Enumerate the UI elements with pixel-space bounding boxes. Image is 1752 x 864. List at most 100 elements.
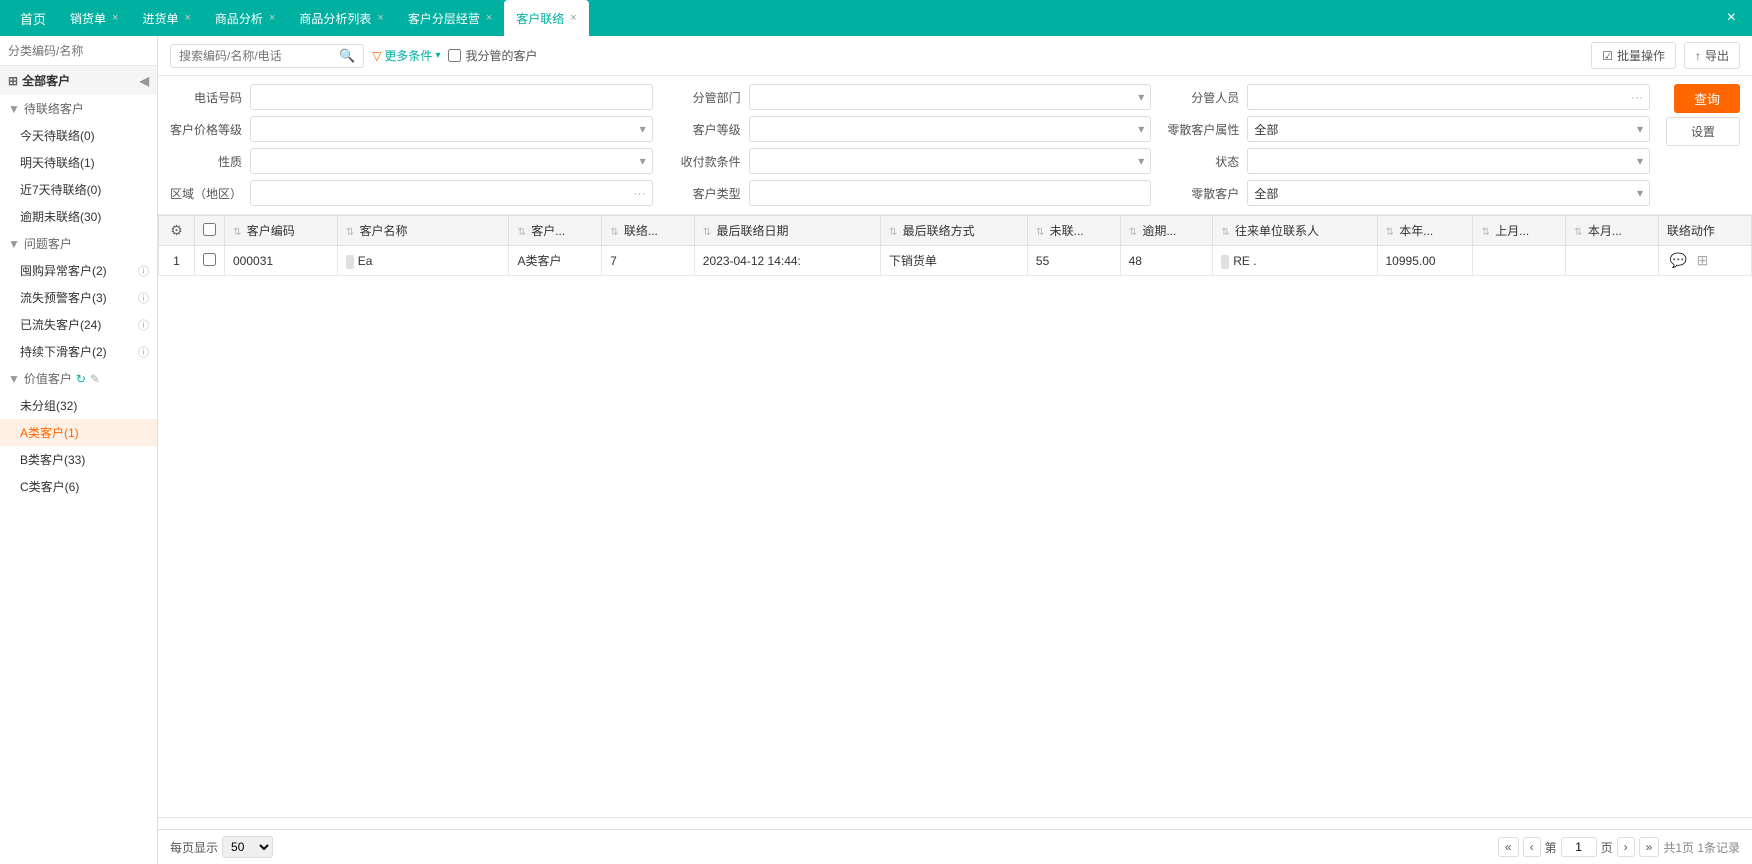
filter-icon: ▽ xyxy=(372,49,381,63)
per-page-select[interactable]: 50 100 200 xyxy=(222,836,273,858)
sidebar-item-churned[interactable]: 已流失客户(24) ⓘ xyxy=(0,311,157,338)
sidebar-item-declining[interactable]: 持续下滑客户(2) ⓘ xyxy=(0,338,157,365)
region-input[interactable]: ··· xyxy=(250,180,653,206)
scatter-attr-select[interactable]: 全部 ▾ xyxy=(1247,116,1650,142)
sort-icon: ⇅ xyxy=(1386,227,1394,238)
caret-icon: ▾ xyxy=(1637,186,1643,200)
filter-row-3: 性质 ▾ 收付款条件 ▾ xyxy=(170,148,1650,174)
nature-label: 性质 xyxy=(170,153,250,170)
sidebar-group-problems[interactable]: ▼ 问题客户 xyxy=(0,230,157,257)
settings-button[interactable]: 设置 xyxy=(1666,117,1740,146)
nav-tab-product-analysis[interactable]: 商品分析 × xyxy=(203,0,287,36)
horizontal-scrollbar[interactable] xyxy=(158,817,1752,829)
checkbox-icon: ☑ xyxy=(1602,49,1613,63)
row-checkbox[interactable] xyxy=(203,253,216,266)
last-page-button[interactable]: » xyxy=(1639,837,1660,857)
status-label: 状态 xyxy=(1167,153,1247,170)
col-this-month: ⇅ 本月... xyxy=(1566,216,1659,246)
last-method-link[interactable]: 下销货单 xyxy=(889,254,937,268)
query-button[interactable]: 查询 xyxy=(1674,84,1740,113)
close-icon[interactable]: × xyxy=(184,12,190,24)
sidebar-item-churn-warning[interactable]: 流失预警客户(3) ⓘ xyxy=(0,284,157,311)
sidebar-item-today[interactable]: 今天待联络(0) xyxy=(0,122,157,149)
gear-button[interactable]: ⚙ xyxy=(170,222,183,239)
sort-icon: ⇅ xyxy=(610,227,618,238)
collapse-icon[interactable]: ◀ xyxy=(140,74,149,88)
sidebar-item-7days[interactable]: 近7天待联络(0) xyxy=(0,176,157,203)
price-level-select[interactable]: ▾ xyxy=(250,116,653,142)
close-all-icon[interactable]: × xyxy=(1719,9,1744,27)
row-overdue: 48 xyxy=(1120,246,1213,276)
sidebar-group-pending[interactable]: ▼ 待联络客户 xyxy=(0,95,157,122)
close-icon[interactable]: × xyxy=(112,12,118,24)
sidebar-group-value[interactable]: ▼ 价值客户 ↻ ✎ xyxy=(0,365,157,392)
sort-icon: ⇅ xyxy=(346,227,354,238)
grid-icon: ⊞ xyxy=(8,74,18,88)
col-type: ⇅ 客户... xyxy=(509,216,602,246)
chat-icon[interactable]: 💬 xyxy=(1670,252,1687,268)
batch-ops-button[interactable]: ☑ 批量操作 xyxy=(1591,42,1676,69)
sort-icon: ⇅ xyxy=(703,227,711,238)
dept-select[interactable]: ▾ xyxy=(749,84,1152,110)
filter-cell-payment: 收付款条件 ▾ xyxy=(669,148,1152,174)
filter-more-button[interactable]: ▽ 更多条件 ▾ xyxy=(372,47,440,64)
sort-icon: ⇅ xyxy=(1481,227,1489,238)
mine-only-checkbox[interactable] xyxy=(448,49,461,62)
nature-select[interactable]: ▾ xyxy=(250,148,653,174)
nav-tab-customer-contact[interactable]: 客户联络 × xyxy=(504,0,588,36)
filter-search-icon[interactable]: 🔍 xyxy=(339,48,355,64)
status-select[interactable]: ▾ xyxy=(1247,148,1650,174)
close-icon[interactable]: × xyxy=(570,12,576,24)
nav-home[interactable]: 首页 xyxy=(8,0,58,36)
close-icon[interactable]: × xyxy=(269,12,275,24)
scatter-select[interactable]: 全部 ▾ xyxy=(1247,180,1650,206)
sidebar-item-overdue[interactable]: 逾期未联络(30) xyxy=(0,203,157,230)
dept-label: 分管部门 xyxy=(669,89,749,106)
filter-search-input[interactable] xyxy=(179,49,339,63)
top-navigation: 首页 销货单 × 进货单 × 商品分析 × 商品分析列表 × 客户分层经营 × … xyxy=(0,0,1752,36)
sidebar-all-customers[interactable]: ⊞ 全部客户 ◀ xyxy=(0,66,157,95)
row-contact-person: RE . xyxy=(1213,246,1377,276)
next-page-button[interactable]: › xyxy=(1617,837,1635,857)
refresh-icon[interactable]: ↻ xyxy=(76,372,86,386)
page-number-input[interactable] xyxy=(1561,837,1597,857)
export-button[interactable]: ↑ 导出 xyxy=(1684,42,1740,69)
col-actions: 联络动作 xyxy=(1658,216,1751,246)
sidebar-search-input[interactable] xyxy=(8,44,158,58)
sort-icon: ⇅ xyxy=(1574,227,1582,238)
qr-icon[interactable]: ⊞ xyxy=(1697,252,1709,268)
caret-icon: ▾ xyxy=(1138,154,1144,168)
customer-level-select[interactable]: ▾ xyxy=(749,116,1152,142)
select-all-checkbox[interactable] xyxy=(203,223,216,236)
sidebar-item-class-b[interactable]: B类客户(33) xyxy=(0,446,157,473)
row-last-month xyxy=(1473,246,1566,276)
arrow-down-icon: ▼ xyxy=(8,102,20,116)
payment-select[interactable]: ▾ xyxy=(749,148,1152,174)
nav-tab-customer-tier[interactable]: 客户分层经营 × xyxy=(396,0,504,36)
sidebar-item-class-c[interactable]: C类客户(6) xyxy=(0,473,157,500)
prev-page-button[interactable]: ‹ xyxy=(1523,837,1541,857)
phone-label: 电话号码 xyxy=(170,89,250,106)
sidebar-item-class-a[interactable]: A类客户(1) xyxy=(0,419,157,446)
filter-cell-price-level: 客户价格等级 ▾ xyxy=(170,116,653,142)
sidebar-item-ungrouped[interactable]: 未分组(32) xyxy=(0,392,157,419)
row-name: Ea xyxy=(337,246,509,276)
phone-input[interactable] xyxy=(250,84,653,110)
close-icon[interactable]: × xyxy=(377,12,383,24)
payment-label: 收付款条件 xyxy=(669,153,749,170)
dots-icon: ··· xyxy=(1631,90,1643,104)
edit-icon[interactable]: ✎ xyxy=(90,372,100,386)
close-icon[interactable]: × xyxy=(486,12,492,24)
nav-tab-sales[interactable]: 销货单 × xyxy=(58,0,130,36)
sidebar-item-tomorrow[interactable]: 明天待联络(1) xyxy=(0,149,157,176)
manager-input[interactable]: ··· xyxy=(1247,84,1650,110)
nav-tab-purchase[interactable]: 进货单 × xyxy=(130,0,202,36)
customer-type-label: 客户类型 xyxy=(669,185,749,202)
filter-actions: ☑ 批量操作 ↑ 导出 xyxy=(1591,42,1740,69)
row-last-method: 下销货单 xyxy=(880,246,1027,276)
sidebar-item-abnormal[interactable]: 囤购异常客户(2) ⓘ xyxy=(0,257,157,284)
nav-tab-product-list[interactable]: 商品分析列表 × xyxy=(287,0,395,36)
first-page-button[interactable]: « xyxy=(1498,837,1519,857)
mine-only-checkbox-label[interactable]: 我分管的客户 xyxy=(448,47,537,64)
customer-type-input[interactable] xyxy=(749,180,1152,206)
